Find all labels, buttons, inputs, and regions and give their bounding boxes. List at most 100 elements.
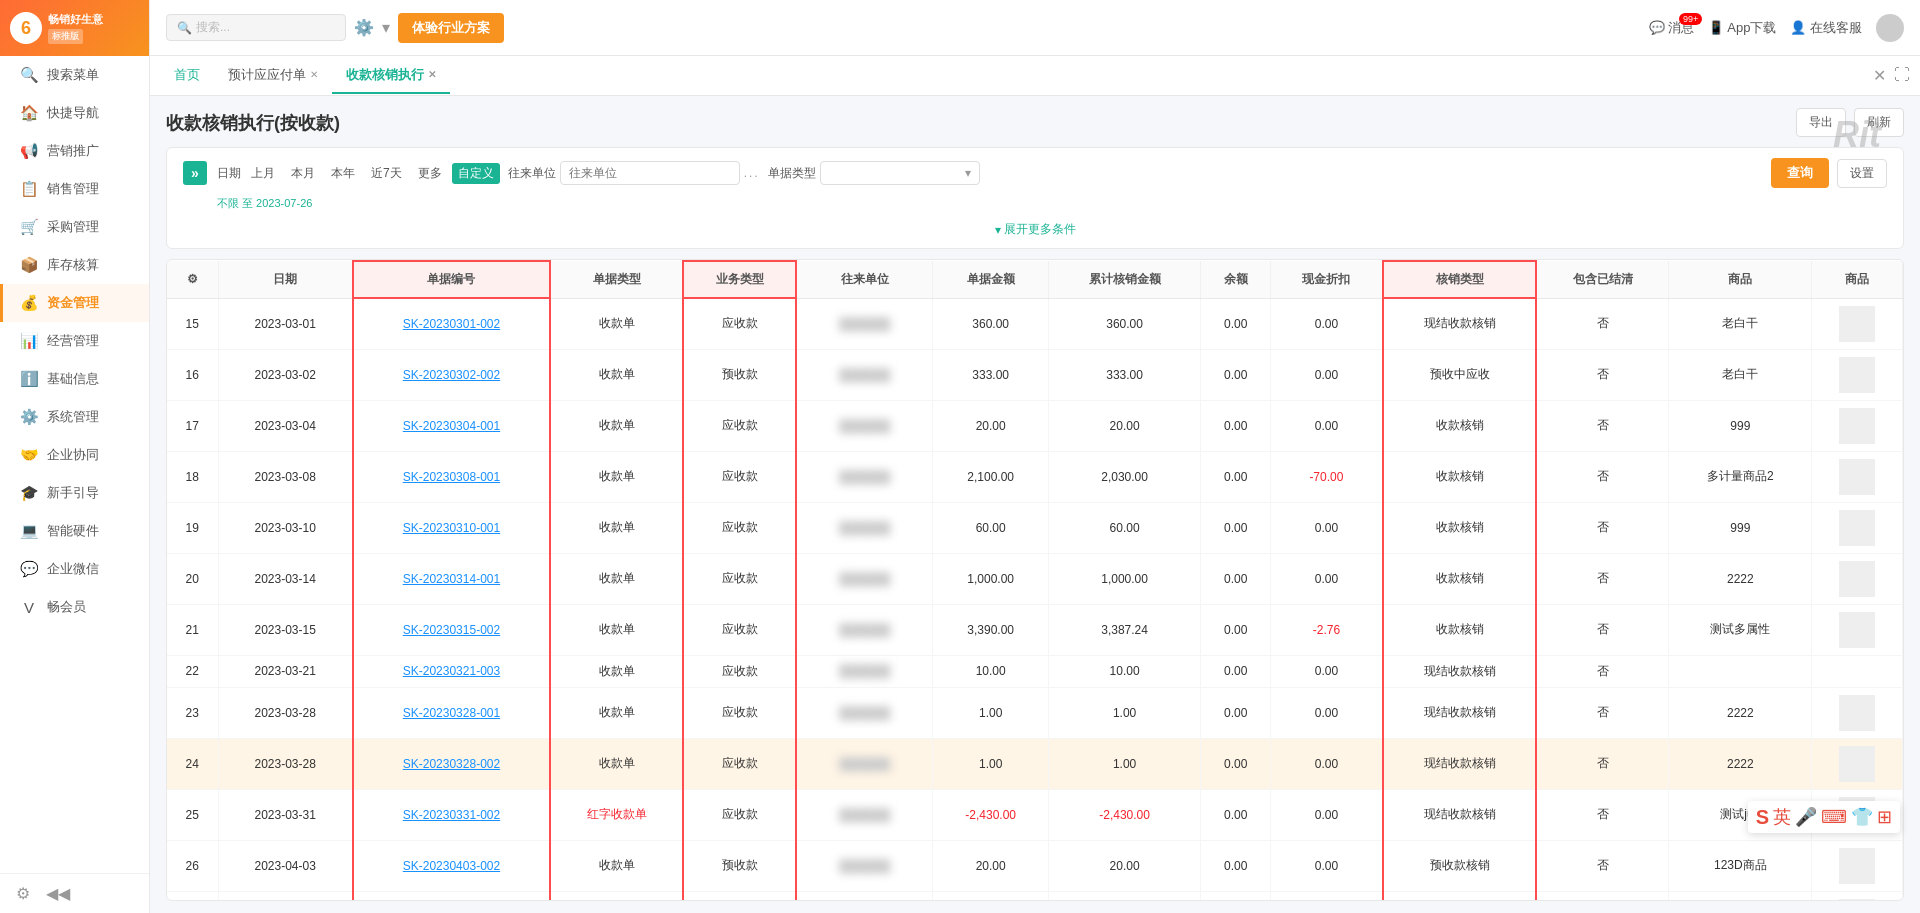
query-btn[interactable]: 查询 bbox=[1771, 158, 1829, 188]
sidebar-label-hardware: 智能硬件 bbox=[47, 522, 99, 540]
cell-cancel-type: 预收中应收 bbox=[1383, 349, 1537, 400]
cell-goods: 多计量商品2 bbox=[1669, 451, 1812, 502]
th-unit[interactable]: 往来单位 bbox=[796, 261, 933, 298]
table-row: 21 2023-03-15 SK-20230315-002 收款单 应收款 ██… bbox=[167, 604, 1903, 655]
voucher-link[interactable]: SK-20230301-002 bbox=[403, 317, 500, 331]
industry-btn[interactable]: 体验行业方案 bbox=[398, 13, 504, 43]
cell-goods: 衣服00001 bbox=[1669, 891, 1812, 901]
th-voucher-type[interactable]: 单据类型 bbox=[550, 261, 683, 298]
message-btn[interactable]: 💬 消息 99+ bbox=[1649, 19, 1695, 37]
cell-date: 2023-03-02 bbox=[218, 349, 353, 400]
voucher-link[interactable]: SK-20230321-003 bbox=[403, 664, 500, 678]
sidebar-item-system[interactable]: ⚙️系统管理 bbox=[0, 398, 149, 436]
last-7days-btn[interactable]: 近7天 bbox=[365, 163, 408, 184]
table-row: 27 2023-04-08 SK-20230408-001 收款单 应收款 ██… bbox=[167, 891, 1903, 901]
chevron-down-icon[interactable]: ▾ bbox=[382, 18, 390, 37]
voucher-link[interactable]: SK-20230328-001 bbox=[403, 706, 500, 720]
close-exec-tab[interactable]: ✕ bbox=[428, 69, 436, 80]
this-month-btn[interactable]: 本月 bbox=[285, 163, 321, 184]
th-amount[interactable]: 单据金额 bbox=[933, 261, 1049, 298]
cell-cancel-type: 现结收款核销 bbox=[1383, 738, 1537, 789]
sidebar-item-search[interactable]: 🔍搜索菜单 bbox=[0, 56, 149, 94]
th-date[interactable]: 日期 bbox=[218, 261, 353, 298]
cell-unit: ██████ bbox=[796, 349, 933, 400]
settings-icon[interactable]: ⚙ bbox=[16, 884, 30, 903]
cell-cancel-type: 预收款核销 bbox=[1383, 840, 1537, 891]
tab-receivable-label: 预计应应付单 bbox=[228, 66, 306, 84]
online-service-btn[interactable]: 👤 在线客服 bbox=[1790, 19, 1862, 37]
table-row: 24 2023-03-28 SK-20230328-002 收款单 应收款 ██… bbox=[167, 738, 1903, 789]
voucher-link[interactable]: SK-20230328-002 bbox=[403, 757, 500, 771]
s-logo-overlay: S 英 🎤 ⌨ 👕 ⊞ bbox=[1748, 801, 1900, 833]
user-avatar[interactable] bbox=[1876, 14, 1904, 42]
table-header-row: ⚙ 日期 单据编号 单据类型 业务类型 往来单位 单据金额 累计核销金额 余额 … bbox=[167, 261, 1903, 298]
voucher-link[interactable]: SK-20230310-001 bbox=[403, 521, 500, 535]
sidebar-menu: 🔍搜索菜单🏠快捷导航📢营销推广📋销售管理🛒采购管理📦库存核算💰资金管理📊经营管理… bbox=[0, 56, 149, 873]
cell-cash-discount: 0.00 bbox=[1271, 655, 1383, 687]
cell-voucher-type: 收款单 bbox=[550, 502, 683, 553]
th-biz-type[interactable]: 业务类型 bbox=[683, 261, 796, 298]
export-btn[interactable]: 导出 bbox=[1796, 108, 1846, 137]
sidebar-item-sales[interactable]: 📋销售管理 bbox=[0, 170, 149, 208]
close-receivable-tab[interactable]: ✕ bbox=[310, 69, 318, 80]
sidebar-item-basic[interactable]: ℹ️基础信息 bbox=[0, 360, 149, 398]
cell-goods: 999 bbox=[1669, 502, 1812, 553]
expand-more-btn[interactable]: ▾ 展开更多条件 bbox=[995, 221, 1076, 238]
cell-biz-type: 预收款 bbox=[683, 349, 796, 400]
th-include-settled[interactable]: 包含已结清 bbox=[1536, 261, 1668, 298]
sidebar-item-finance[interactable]: 💰资金管理 bbox=[0, 284, 149, 322]
th-cash-discount[interactable]: 现金折扣 bbox=[1271, 261, 1383, 298]
setting-btn[interactable]: 设置 bbox=[1837, 159, 1887, 188]
sidebar-item-inventory[interactable]: 📦库存核算 bbox=[0, 246, 149, 284]
expand-tabs-icon[interactable]: ⛶ bbox=[1894, 66, 1910, 85]
refresh-btn[interactable]: 刷新 bbox=[1854, 108, 1904, 137]
th-goods2[interactable]: 商品 bbox=[1812, 261, 1903, 298]
table-row: 15 2023-03-01 SK-20230301-002 收款单 应收款 ██… bbox=[167, 298, 1903, 349]
filter-toggle-btn[interactable]: » bbox=[183, 161, 207, 185]
sidebar-item-corp[interactable]: 🤝企业协同 bbox=[0, 436, 149, 474]
more-date-btn[interactable]: 更多 bbox=[412, 163, 448, 184]
th-settings[interactable]: ⚙ bbox=[167, 261, 218, 298]
sidebar-item-guide[interactable]: 🎓新手引导 bbox=[0, 474, 149, 512]
cell-voucher-type: 收款单 bbox=[550, 604, 683, 655]
expand-icon: ▾ bbox=[995, 223, 1001, 237]
sidebar-item-member[interactable]: V畅会员 bbox=[0, 588, 149, 626]
tab-receivable-exec[interactable]: 收款核销执行 ✕ bbox=[332, 58, 450, 94]
last-month-btn[interactable]: 上月 bbox=[245, 163, 281, 184]
global-search[interactable]: 🔍 搜索... bbox=[166, 14, 346, 41]
th-cancel-type[interactable]: 核销类型 bbox=[1383, 261, 1537, 298]
sidebar-item-operation[interactable]: 📊经营管理 bbox=[0, 322, 149, 360]
voucher-link[interactable]: SK-20230315-002 bbox=[403, 623, 500, 637]
custom-date-btn[interactable]: 自定义 bbox=[452, 163, 500, 184]
cell-cash-discount: -2.76 bbox=[1271, 604, 1383, 655]
th-voucher-no[interactable]: 单据编号 bbox=[353, 261, 550, 298]
app-download-btn[interactable]: 📱 App下载 bbox=[1708, 19, 1776, 37]
tab-home[interactable]: 首页 bbox=[160, 58, 214, 94]
th-accum-amount[interactable]: 累计核销金额 bbox=[1049, 261, 1201, 298]
sidebar-item-marketing[interactable]: 📢营销推广 bbox=[0, 132, 149, 170]
sidebar-item-quick[interactable]: 🏠快捷导航 bbox=[0, 94, 149, 132]
sidebar-item-purchase[interactable]: 🛒采购管理 bbox=[0, 208, 149, 246]
gear-icon[interactable]: ⚙️ bbox=[354, 18, 374, 37]
th-balance[interactable]: 余额 bbox=[1201, 261, 1271, 298]
voucher-link[interactable]: SK-20230302-002 bbox=[403, 368, 500, 382]
voucher-link[interactable]: SK-20230331-002 bbox=[403, 808, 500, 822]
cell-unit: ██████ bbox=[796, 789, 933, 840]
th-goods[interactable]: 商品 bbox=[1669, 261, 1812, 298]
voucher-link[interactable]: SK-20230304-001 bbox=[403, 419, 500, 433]
voucher-type-select[interactable]: ▾ bbox=[820, 161, 980, 185]
voucher-link[interactable]: SK-20230308-001 bbox=[403, 470, 500, 484]
cell-voucher-no: SK-20230321-003 bbox=[353, 655, 550, 687]
sidebar-item-wechat[interactable]: 💬企业微信 bbox=[0, 550, 149, 588]
close-all-tabs-icon[interactable]: ✕ bbox=[1873, 66, 1886, 85]
sidebar-item-hardware[interactable]: 💻智能硬件 bbox=[0, 512, 149, 550]
cell-accum: 360.00 bbox=[1049, 298, 1201, 349]
voucher-link[interactable]: SK-20230403-002 bbox=[403, 859, 500, 873]
unit-input[interactable] bbox=[560, 161, 740, 185]
collapse-icon[interactable]: ◀◀ bbox=[46, 884, 70, 903]
cell-no: 20 bbox=[167, 553, 218, 604]
this-year-btn[interactable]: 本年 bbox=[325, 163, 361, 184]
voucher-link[interactable]: SK-20230314-001 bbox=[403, 572, 500, 586]
tab-receivable[interactable]: 预计应应付单 ✕ bbox=[214, 58, 332, 94]
cell-no: 21 bbox=[167, 604, 218, 655]
